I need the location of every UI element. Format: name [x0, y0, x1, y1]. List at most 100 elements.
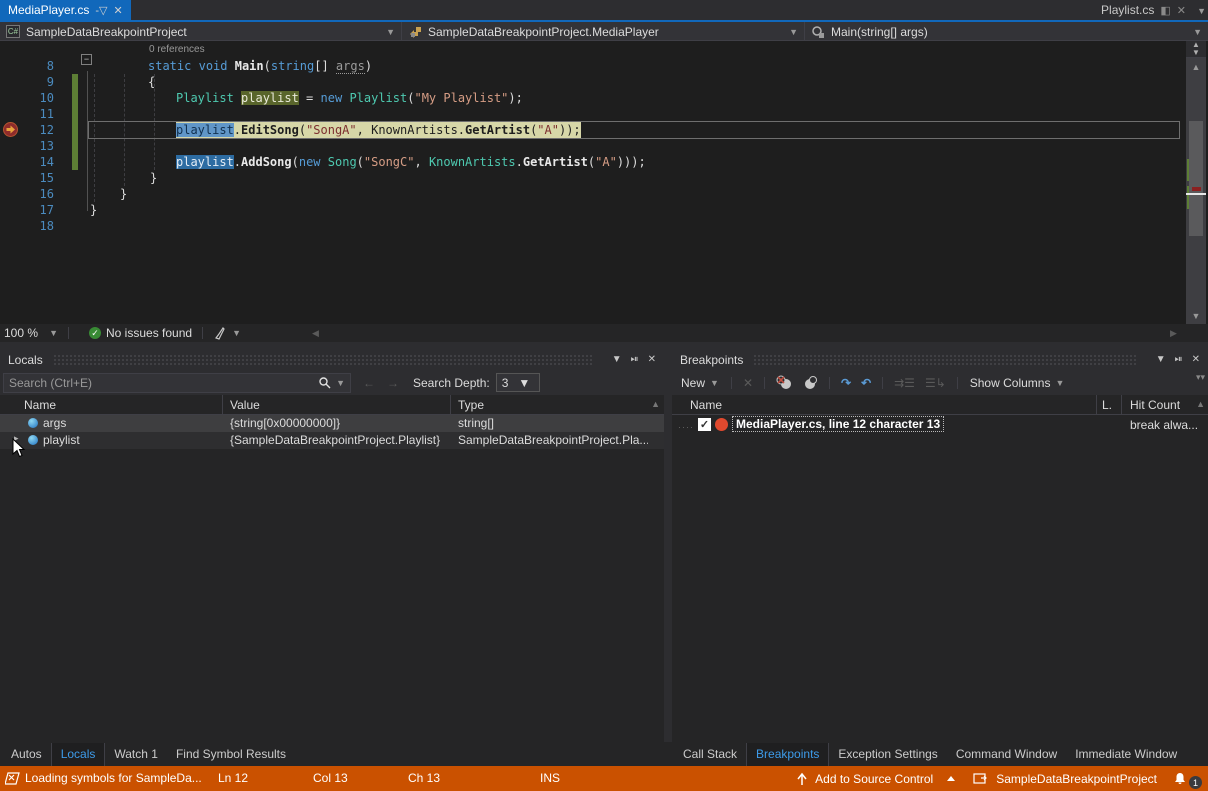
- import-breakpoints-icon[interactable]: ↶: [861, 376, 871, 390]
- column-header-name[interactable]: Name: [690, 398, 722, 412]
- tab-playlist-cs[interactable]: Playlist.cs ◧ ✕: [1093, 0, 1194, 20]
- close-icon[interactable]: ✕: [114, 4, 123, 17]
- breakpoint-row[interactable]: ····✓MediaPlayer.cs, line 12 character 1…: [672, 417, 1208, 435]
- pin-icon[interactable]: ⏯: [631, 354, 639, 365]
- split-window-handle[interactable]: ▲▼: [1186, 41, 1206, 58]
- column-separator[interactable]: [222, 395, 223, 415]
- locals-row-args[interactable]: args{string[0x00000000]}string[]: [0, 415, 664, 432]
- tab-locals[interactable]: Locals: [51, 743, 106, 767]
- code-line-16[interactable]: 16}: [0, 186, 1180, 202]
- toggle-all-breakpoints-icon[interactable]: [803, 375, 818, 390]
- breakpoint-enabled-checkbox[interactable]: ✓: [698, 418, 711, 431]
- column-separator[interactable]: [1121, 395, 1122, 415]
- code-line-17[interactable]: 17}: [0, 202, 1180, 218]
- locals-title-bar[interactable]: Locals ▼ ⏯ ✕: [0, 349, 664, 370]
- code-line-9[interactable]: 9{: [0, 74, 1180, 90]
- search-back-icon[interactable]: ←: [363, 376, 375, 390]
- column-header-value[interactable]: Value: [230, 398, 260, 412]
- tab-autos[interactable]: Autos: [2, 742, 51, 766]
- go-to-disassembly-icon[interactable]: ☰↳: [925, 376, 946, 390]
- status-message[interactable]: Loading symbols for SampleDa...: [25, 771, 202, 785]
- column-separator[interactable]: [450, 395, 451, 415]
- window-position-chevron-icon[interactable]: ▼: [1156, 354, 1166, 365]
- pin-icon[interactable]: ⏯: [1175, 354, 1183, 365]
- hscroll-left-icon[interactable]: ◀: [312, 328, 319, 339]
- add-to-source-control-button[interactable]: Add to Source Control: [815, 772, 933, 786]
- scroll-up-icon[interactable]: ▲: [651, 399, 660, 409]
- tab-breakpoints[interactable]: Breakpoints: [746, 743, 829, 767]
- column-header-type[interactable]: Type: [458, 398, 484, 412]
- notifications-bell-icon[interactable]: [1173, 772, 1187, 786]
- code-editor[interactable]: − 0 references 8static void Main(string[…: [0, 41, 1208, 324]
- column-separator[interactable]: [1096, 395, 1097, 415]
- code-line-18[interactable]: 18: [0, 218, 1180, 234]
- status-insert-mode[interactable]: INS: [540, 771, 560, 785]
- scroll-up-icon[interactable]: ▲: [1186, 62, 1206, 72]
- new-breakpoint-button[interactable]: New ▼: [675, 372, 725, 393]
- delete-breakpoint-icon[interactable]: ✕: [743, 376, 753, 390]
- type-dropdown[interactable]: SampleDataBreakpointProject.MediaPlayer …: [402, 22, 805, 41]
- hscroll-right-icon[interactable]: ▶: [1170, 328, 1177, 339]
- code-line-8[interactable]: 8static void Main(string[] args): [0, 58, 1180, 74]
- column-header-name[interactable]: Name: [24, 398, 56, 412]
- zoom-dropdown[interactable]: 100 % ▼: [0, 324, 62, 342]
- notification-count-badge[interactable]: 1: [1189, 776, 1202, 789]
- code-line-15[interactable]: 15}: [0, 170, 1180, 186]
- tab-watch-1[interactable]: Watch 1: [105, 742, 167, 766]
- tab-find-symbol-results[interactable]: Find Symbol Results: [167, 742, 295, 766]
- locals-row-playlist[interactable]: ▸playlist{SampleDataBreakpointProject.Pl…: [0, 432, 664, 449]
- current-repository-button[interactable]: SampleDataBreakpointProject: [996, 772, 1157, 786]
- close-icon[interactable]: ✕: [648, 354, 656, 365]
- panel-splitter[interactable]: [664, 349, 672, 742]
- code-text: static void Main(string[] args): [148, 58, 372, 74]
- tab-immediate-window[interactable]: Immediate Window: [1066, 742, 1186, 766]
- toolbar-overflow-icon[interactable]: ▾▾: [1196, 372, 1205, 383]
- code-line-13[interactable]: 13: [0, 138, 1180, 154]
- breakpoint-current-line-icon[interactable]: [3, 122, 18, 137]
- breakpoints-title-bar[interactable]: Breakpoints ▼ ⏯ ✕: [672, 349, 1208, 370]
- divider: [829, 377, 830, 389]
- column-header-hit-count[interactable]: Hit Count: [1130, 398, 1180, 412]
- line-number: 16: [14, 186, 54, 202]
- status-character[interactable]: Ch 13: [408, 771, 440, 785]
- close-icon[interactable]: ✕: [1192, 354, 1200, 365]
- go-to-source-icon[interactable]: ⇉☰: [894, 376, 915, 390]
- change-tracking-bar: [72, 90, 78, 106]
- tab-command-window[interactable]: Command Window: [947, 742, 1066, 766]
- close-icon[interactable]: ✕: [1177, 4, 1186, 17]
- status-column[interactable]: Col 13: [313, 771, 348, 785]
- chevron-down-icon: ▼: [1055, 378, 1064, 388]
- tab-exception-settings[interactable]: Exception Settings: [829, 742, 946, 766]
- pin-icon[interactable]: ◧: [1160, 4, 1170, 17]
- chevron-down-icon[interactable]: ▼: [232, 328, 241, 338]
- window-position-chevron-icon[interactable]: ▼: [612, 354, 622, 365]
- code-line-10[interactable]: 10Playlist playlist = new Playlist("My P…: [0, 90, 1180, 106]
- column-header-l[interactable]: L.: [1102, 398, 1112, 412]
- editor-vertical-scrollbar[interactable]: ▲▼ ▲ ▼: [1186, 41, 1206, 324]
- scrollbar-thumb[interactable]: [1189, 121, 1203, 236]
- scroll-down-icon[interactable]: ▼: [1186, 311, 1206, 321]
- search-forward-icon[interactable]: →: [387, 376, 399, 390]
- show-columns-button[interactable]: Show Columns ▼: [964, 372, 1071, 393]
- tab-call-stack[interactable]: Call Stack: [674, 742, 746, 766]
- code-line-11[interactable]: 11: [0, 106, 1180, 122]
- member-dropdown[interactable]: Main(string[] args) ▼: [805, 22, 1208, 41]
- codelens-references[interactable]: 0 references: [149, 44, 205, 55]
- code-token: Playlist: [176, 91, 234, 105]
- issues-status[interactable]: No issues found: [106, 326, 192, 340]
- tab-mediaplayer-cs[interactable]: MediaPlayer.cs -▽ ✕: [0, 0, 131, 20]
- search-icon[interactable]: [318, 376, 331, 389]
- tab-list-chevron-icon[interactable]: ▼: [1197, 6, 1206, 16]
- scroll-up-icon[interactable]: ▲: [1196, 399, 1205, 409]
- pin-icon[interactable]: -▽: [95, 4, 107, 17]
- code-cleanup-broom-icon[interactable]: [213, 327, 227, 340]
- status-line[interactable]: Ln 12: [218, 771, 248, 785]
- project-dropdown[interactable]: C# SampleDataBreakpointProject ▼: [0, 22, 402, 41]
- delete-all-breakpoints-icon[interactable]: [776, 375, 793, 390]
- search-depth-dropdown[interactable]: 3 ▼: [496, 373, 540, 392]
- code-line-14[interactable]: 14playlist.AddSong(new Song("SongC", Kno…: [0, 154, 1180, 170]
- chevron-down-icon[interactable]: ▼: [336, 378, 345, 388]
- export-breakpoints-icon[interactable]: ↷: [841, 376, 851, 390]
- code-line-12[interactable]: 12playlist.EditSong("SongA", KnownArtist…: [0, 122, 1180, 138]
- search-input[interactable]: Search (Ctrl+E) ▼: [3, 373, 351, 393]
